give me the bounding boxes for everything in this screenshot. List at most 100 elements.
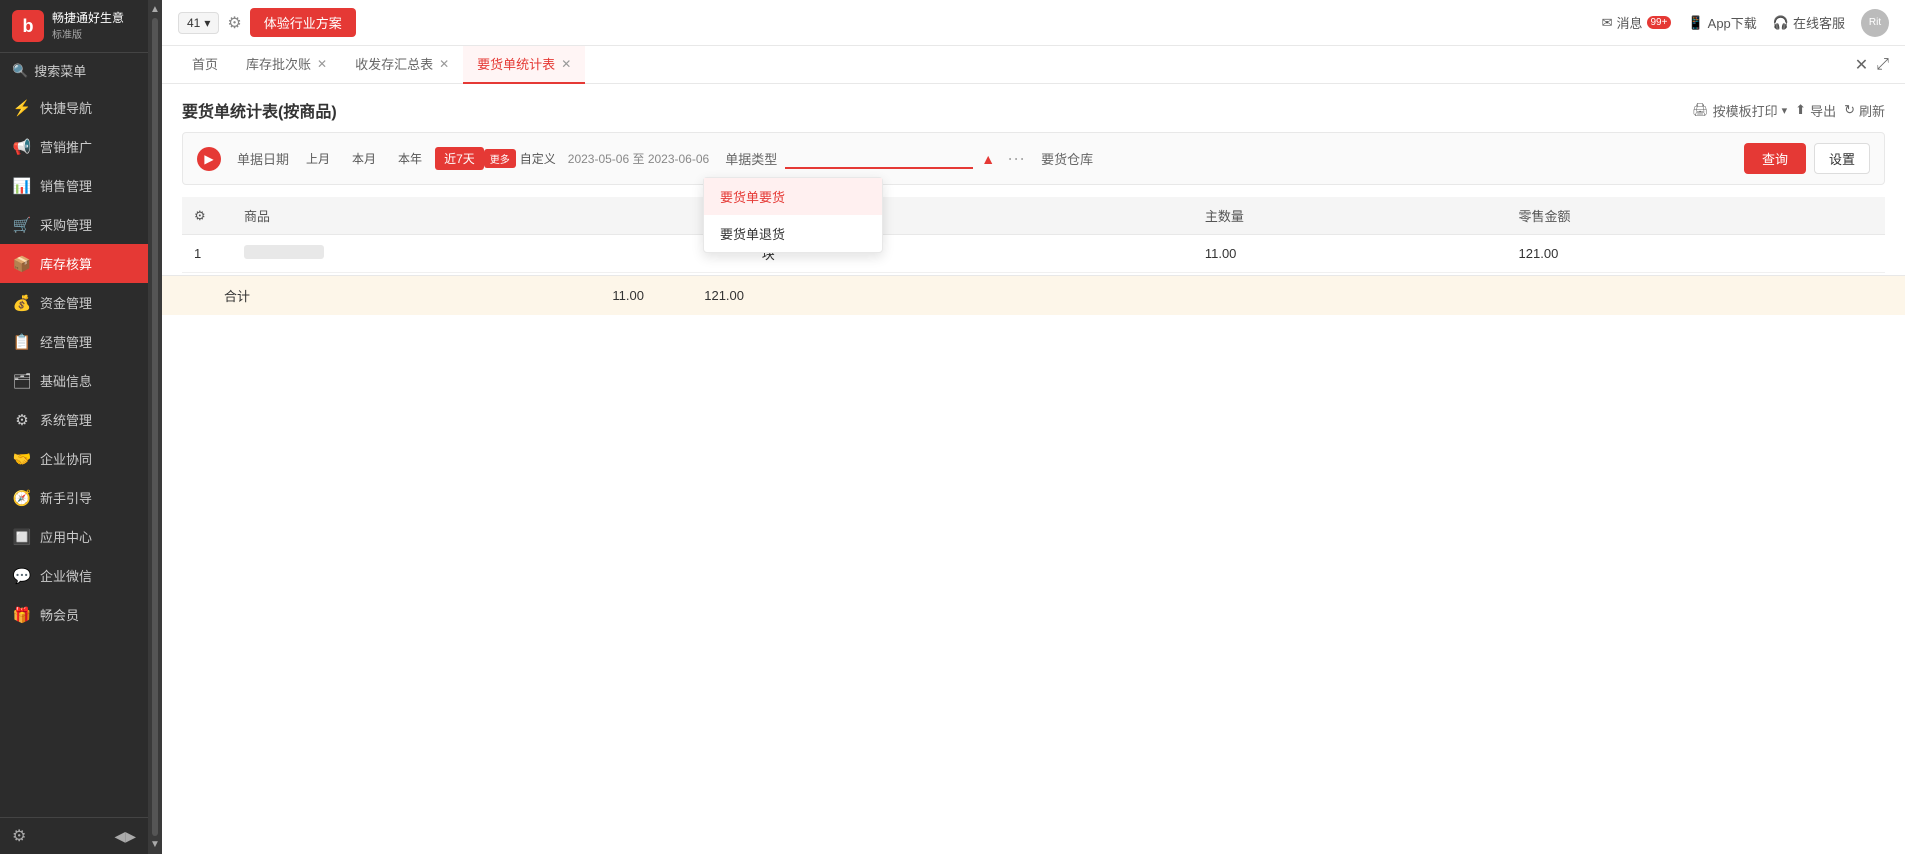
col-amount: 零售金额 [1507,197,1885,235]
message-badge: 99+ [1647,16,1672,29]
dropdown-item-1[interactable]: 要货单退货 [704,215,882,252]
date-shortcuts: 上月 本月 本年 近7天 更多 自定义 [297,147,556,170]
refresh-btn[interactable]: ↻ 刷新 [1844,101,1885,120]
settings-icon[interactable]: ⚙ [12,826,26,846]
sidebar-item-app-center[interactable]: 🔲应用中心 [0,517,148,556]
tab-label-receipt-summary: 收发存汇总表 [355,54,433,73]
tab-home[interactable]: 首页 [178,46,232,84]
nav-icon-operations: 📋 [12,333,32,351]
online-service-label: 在线客服 [1793,13,1845,32]
online-service-item[interactable]: 🎧 在线客服 [1773,13,1845,32]
footer-qty: 11.00 [564,288,644,303]
table-body: 1 块 11.00 121.00 [182,235,1885,273]
sidebar-search[interactable]: 🔍 搜索菜单 [0,53,148,88]
message-item[interactable]: ✉ 消息 99+ [1602,13,1672,32]
store-dropdown-icon: ▾ [204,16,210,30]
col-settings[interactable]: ⚙ [182,197,232,235]
sidebar-scrollbar[interactable]: ▲ ▼ [148,0,162,854]
table-footer: 合计 11.00 121.00 [162,275,1905,315]
date-btn-this-month[interactable]: 本月 [343,147,385,170]
cell-qty-0: 11.00 [1193,235,1507,273]
sidebar-item-basic-info[interactable]: 🗂基础信息 [0,361,148,400]
nav-label-system: 系统管理 [40,410,92,429]
date-hot-badge: 更多 [484,149,516,168]
app-download-label: App下载 [1708,13,1757,32]
main-area: 41 ▾ ⚙ 体验行业方案 ✉ 消息 99+ 📱 App下载 🎧 在线客服 Ri… [162,0,1905,854]
nav-label-inventory: 库存核算 [40,254,92,273]
sidebar-item-purchase[interactable]: 🛒采购管理 [0,205,148,244]
sidebar-item-membership[interactable]: 🎁畅会员 [0,595,148,634]
nav-label-app-center: 应用中心 [40,527,92,546]
type-more-btn[interactable]: ··· [1007,148,1025,169]
export-label: 导出 [1810,101,1836,120]
export-btn[interactable]: ⬆ 导出 [1795,101,1836,120]
tab-close-order-stats[interactable]: ✕ [561,57,571,71]
nav-label-finance: 资金管理 [40,293,92,312]
sidebar-item-sales[interactable]: 📊销售管理 [0,166,148,205]
sidebar-item-system[interactable]: ⚙系统管理 [0,400,148,439]
tab-receipt-summary[interactable]: 收发存汇总表 ✕ [341,46,463,84]
date-btn-this-year[interactable]: 本年 [389,147,431,170]
date-btn-7days[interactable]: 近7天 [435,147,484,170]
nav-icon-finance: 💰 [12,294,32,312]
sidebar-item-marketing[interactable]: 📢营销推广 [0,127,148,166]
query-btn[interactable]: 查询 [1744,143,1806,174]
page-header: 要货单统计表(按商品) 🖨 按模板打印 ▾ ⬆ 导出 ↻ 刷新 [162,84,1905,132]
print-btn[interactable]: 🖨 按模板打印 ▾ [1692,101,1787,120]
search-label: 搜索菜单 [34,61,86,80]
type-dropdown: 要货单要货 要货单退货 [703,177,883,253]
print-icon: 🖨 [1692,102,1709,118]
col-product: 商品 [232,197,750,235]
refresh-icon: ↻ [1844,102,1855,118]
collapse-icon[interactable]: ◀▶ [114,828,136,845]
tab-order-stats[interactable]: 要货单统计表 ✕ [463,46,585,84]
settings-col-icon: ⚙ [194,208,206,223]
sidebar-item-quick-nav[interactable]: ⚡快捷导航 [0,88,148,127]
date-btn-last-month[interactable]: 上月 [297,147,339,170]
filter-actions: 查询 设置 [1744,143,1870,174]
table-row: 1 块 11.00 121.00 [182,235,1885,273]
user-avatar[interactable]: Rit [1861,9,1889,37]
nav-icon-enterprise: 🤝 [12,450,32,468]
dropdown-item-0[interactable]: 要货单要货 [704,178,882,215]
tab-inventory-batch[interactable]: 库存批次账✕ [232,46,341,84]
print-label: 按模板打印 [1713,101,1778,120]
sidebar-item-finance[interactable]: 💰 资金管理 [0,283,148,322]
cell-product-0 [232,235,750,273]
footer-label: 合计 [224,286,444,305]
date-custom-btn[interactable]: 自定义 [520,150,556,167]
service-icon: 🎧 [1773,15,1789,31]
app-download-item[interactable]: 📱 App下载 [1687,13,1756,32]
store-name: 41 [187,16,200,30]
store-selector[interactable]: 41 ▾ [178,12,219,34]
sidebar-item-operations[interactable]: 📋经营管理 [0,322,148,361]
sidebar-item-inventory[interactable]: 📦库存核算 [0,244,148,283]
trial-btn[interactable]: 体验行业方案 [250,8,356,37]
tab-label-order-stats: 要货单统计表 [477,54,555,73]
tabbar-right: ✕ ⤢ [1855,55,1889,75]
type-filter-group: 单据类型 ▲ ··· [725,148,1025,169]
topbar-settings-icon[interactable]: ⚙ [227,13,241,33]
nav-icon-beginner: 🧭 [12,489,32,507]
date-range-display: 2023-05-06 至 2023-06-06 [568,150,709,167]
type-dropdown-icon[interactable]: ▲ [981,151,995,167]
nav-label-purchase: 采购管理 [40,215,92,234]
tab-close-inventory-batch[interactable]: ✕ [317,57,327,71]
sidebar-item-corp-wechat[interactable]: 💬企业微信 [0,556,148,595]
set-btn[interactable]: 设置 [1814,143,1870,174]
tab-close-receipt-summary[interactable]: ✕ [439,57,449,71]
warehouse-filter-group: 要货仓库 [1041,149,1093,168]
nav-label-sales: 销售管理 [40,176,92,195]
type-input[interactable] [785,148,973,169]
sidebar-item-beginner[interactable]: 🧭新手引导 [0,478,148,517]
topbar-left: 41 ▾ ⚙ 体验行业方案 [178,8,356,37]
tab-expand-icon[interactable]: ⤢ [1876,56,1889,74]
type-label: 单据类型 [725,149,777,168]
nav-icon-quick-nav: ⚡ [12,99,32,117]
filter-expand-btn[interactable]: ▶ [197,147,221,171]
nav-label-marketing: 营销推广 [40,137,92,156]
filter-bar: ▶ 单据日期 上月 本月 本年 近7天 更多 自定义 2023-05-06 至 … [182,132,1885,185]
tab-close-all-icon[interactable]: ✕ [1855,55,1868,75]
message-icon: ✉ [1602,15,1613,31]
sidebar-item-enterprise[interactable]: 🤝企业协同 [0,439,148,478]
